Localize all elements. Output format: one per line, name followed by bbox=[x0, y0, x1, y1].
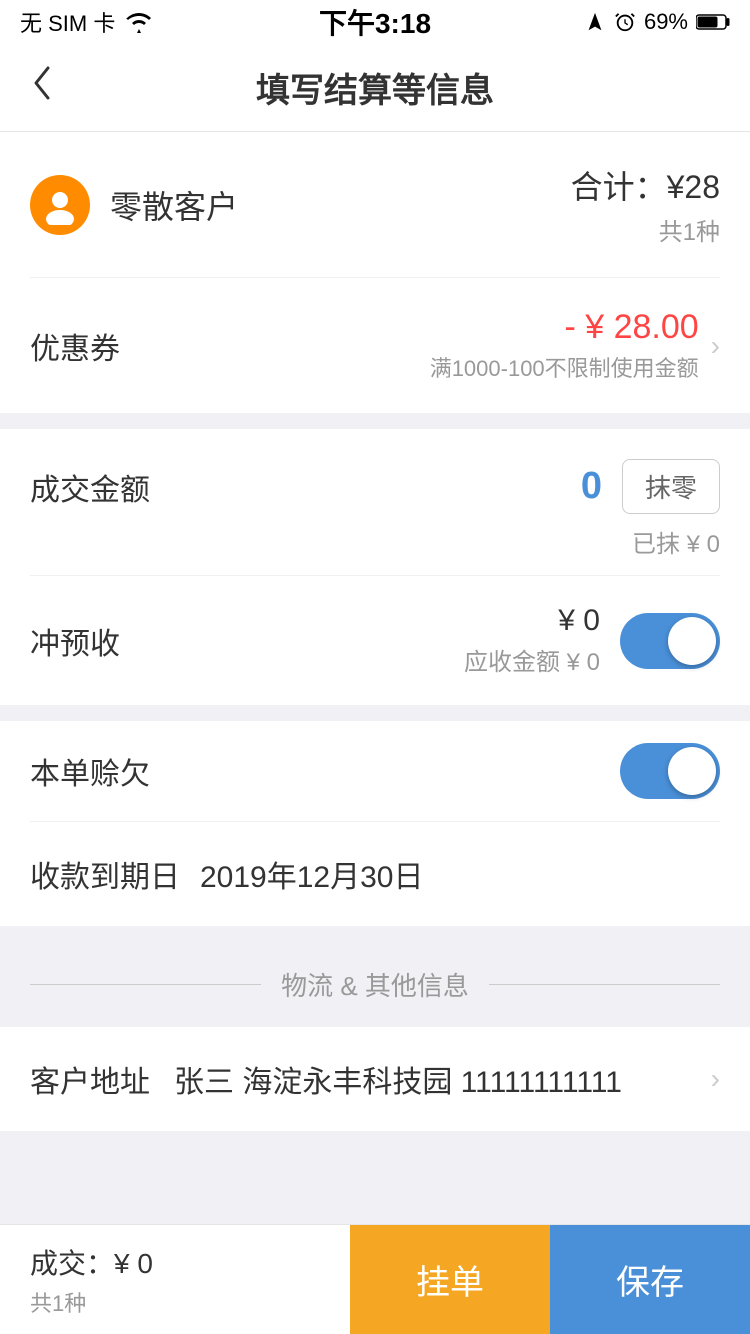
total-count: 共1种 bbox=[571, 212, 720, 247]
prereceipt-label: 冲预收 bbox=[30, 619, 120, 663]
no-sim-text: 无 SIM 卡 bbox=[20, 6, 115, 38]
customer-avatar bbox=[30, 175, 90, 235]
status-left: 无 SIM 卡 bbox=[20, 6, 153, 38]
coupon-desc: 满1000-100不限制使用金额 bbox=[430, 351, 699, 383]
coupon-right: - ¥ 28.00 满1000-100不限制使用金额 › bbox=[430, 308, 720, 383]
pending-button[interactable]: 挂单 bbox=[350, 1225, 550, 1334]
deal-right: 0 抹零 bbox=[581, 459, 720, 514]
bottom-deal-label: 成交： bbox=[30, 1248, 114, 1279]
coupon-detail: - ¥ 28.00 满1000-100不限制使用金额 bbox=[430, 308, 699, 383]
prereceipt-section: 冲预收 ¥ 0 应收金额 ¥ 0 bbox=[0, 576, 750, 705]
address-chevron-icon: › bbox=[711, 1063, 720, 1095]
status-time: 下午3:18 bbox=[319, 2, 431, 42]
bottom-count: 共1种 bbox=[30, 1286, 320, 1318]
coupon-label: 优惠券 bbox=[30, 324, 120, 368]
chevron-right-icon: › bbox=[711, 330, 720, 362]
duedate-value: 2019年12月30日 bbox=[200, 852, 423, 896]
total-amount: 合计：¥28 bbox=[571, 162, 720, 208]
location-icon bbox=[584, 11, 606, 33]
bottom-summary: 成交：¥ 0 共1种 bbox=[0, 1242, 350, 1318]
credit-card: 本单赊欠 收款到期日 2019年12月30日 bbox=[0, 721, 750, 926]
prereceipt-sub: 应收金额 ¥ 0 bbox=[464, 642, 600, 677]
logistics-label: 物流 & 其他信息 bbox=[261, 966, 489, 1003]
status-bar: 无 SIM 卡 下午3:18 69% bbox=[0, 0, 750, 44]
back-button[interactable] bbox=[30, 64, 54, 111]
bottom-bar: 成交：¥ 0 共1种 挂单 保存 bbox=[0, 1224, 750, 1334]
coupon-amount: - ¥ 28.00 bbox=[430, 308, 699, 347]
deal-row: 成交金额 0 抹零 bbox=[30, 429, 720, 524]
deal-value: 0 bbox=[581, 465, 602, 508]
customer-card: 零散客户 合计：¥28 共1种 优惠券 - ¥ 28.00 满1000-100不… bbox=[0, 132, 750, 413]
main-content: 零散客户 合计：¥28 共1种 优惠券 - ¥ 28.00 满1000-100不… bbox=[0, 132, 750, 1277]
prereceipt-row: 冲预收 ¥ 0 应收金额 ¥ 0 bbox=[30, 576, 720, 705]
address-row[interactable]: 客户地址 张三 海淀永丰科技园 11111111111 › bbox=[0, 1027, 750, 1131]
deal-section: 成交金额 0 抹零 已抹 ¥ 0 bbox=[0, 429, 750, 575]
prereceipt-toggle[interactable] bbox=[620, 613, 720, 669]
logistics-header: 物流 & 其他信息 bbox=[0, 942, 750, 1027]
customer-left: 零散客户 bbox=[30, 175, 238, 235]
customer-right: 合计：¥28 共1种 bbox=[571, 162, 720, 247]
wifi-icon bbox=[125, 11, 153, 33]
save-button[interactable]: 保存 bbox=[550, 1225, 750, 1334]
customer-row: 零散客户 合计：¥28 共1种 bbox=[0, 132, 750, 277]
nav-bar: 填写结算等信息 bbox=[0, 44, 750, 132]
duedate-section: 收款到期日 2019年12月30日 bbox=[0, 822, 750, 926]
bottom-deal-row: 成交：¥ 0 bbox=[30, 1242, 320, 1282]
logistics-line-left bbox=[30, 984, 261, 985]
prereceipt-right: ¥ 0 应收金额 ¥ 0 bbox=[464, 604, 720, 677]
deal-sub: 已抹 ¥ 0 bbox=[30, 524, 720, 575]
page-title: 填写结算等信息 bbox=[256, 63, 494, 112]
battery-icon bbox=[696, 13, 730, 31]
prereceipt-main: ¥ 0 bbox=[464, 604, 600, 638]
bottom-deal-amount: ¥ 0 bbox=[114, 1248, 153, 1279]
duedate-label: 收款到期日 bbox=[30, 852, 180, 896]
credit-label: 本单赊欠 bbox=[30, 749, 150, 793]
battery-text: 69% bbox=[644, 9, 688, 35]
credit-toggle-thumb bbox=[668, 747, 716, 795]
deal-amount-card: 成交金额 0 抹零 已抹 ¥ 0 冲预收 ¥ 0 应收金额 ¥ 0 bbox=[0, 429, 750, 705]
round-zero-button[interactable]: 抹零 bbox=[622, 459, 720, 514]
deal-label: 成交金额 bbox=[30, 465, 150, 509]
logistics-line-right bbox=[489, 984, 720, 985]
address-label: 客户地址 bbox=[30, 1057, 150, 1101]
customer-name: 零散客户 bbox=[110, 182, 238, 228]
credit-section: 本单赊欠 bbox=[0, 721, 750, 821]
alarm-icon bbox=[614, 11, 636, 33]
toggle-thumb bbox=[668, 617, 716, 665]
status-right: 69% bbox=[584, 9, 730, 35]
address-value: 张三 海淀永丰科技园 11111111111 bbox=[174, 1057, 711, 1101]
coupon-row[interactable]: 优惠券 - ¥ 28.00 满1000-100不限制使用金额 › bbox=[0, 278, 750, 413]
prereceipt-amounts: ¥ 0 应收金额 ¥ 0 bbox=[464, 604, 600, 677]
address-card: 客户地址 张三 海淀永丰科技园 11111111111 › bbox=[0, 1027, 750, 1131]
credit-toggle[interactable] bbox=[620, 743, 720, 799]
